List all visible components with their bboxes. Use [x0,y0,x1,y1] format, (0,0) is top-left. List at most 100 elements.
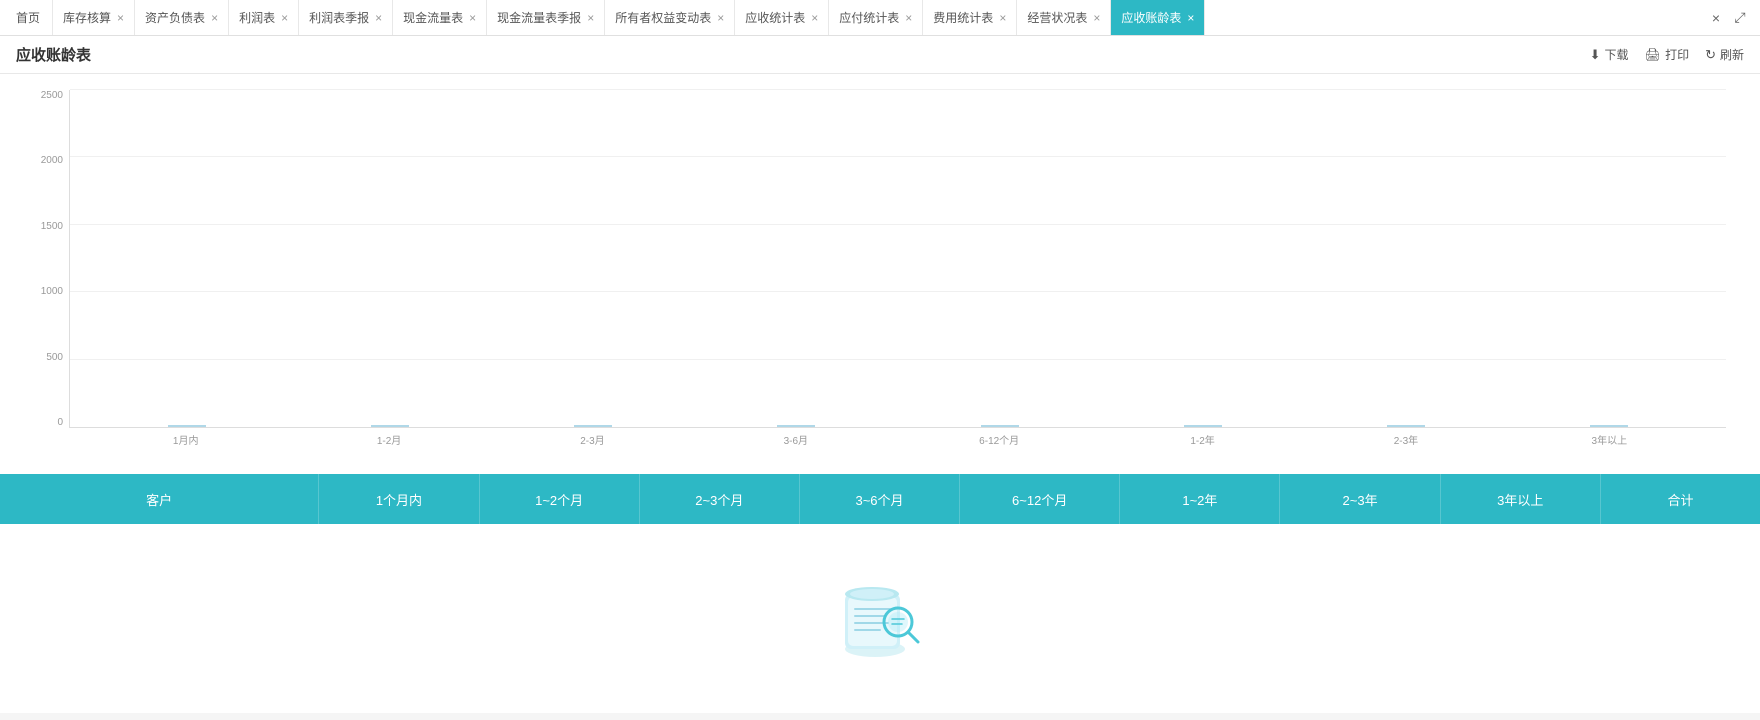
tab-payable_stat[interactable]: 应付统计表 × [829,0,923,36]
bar [981,425,1019,427]
tab-bar: 首页 库存核算×资产负债表×利润表×利润表季报×现金流量表×现金流量表季报×所有… [0,0,1760,36]
tab-label: 经营状况表 [1027,9,1087,26]
close-icon: × [1712,10,1720,26]
tab-profit_quarter[interactable]: 利润表季报 × [299,0,393,36]
tab-expense_stat[interactable]: 费用统计表 × [923,0,1017,36]
bar-group [574,425,612,427]
chart-container: 05001000150020002500 [24,90,1736,458]
chart-plot-area [69,90,1726,428]
tab-close-icon[interactable]: × [117,11,124,25]
x-label: 1-2月 [364,432,414,447]
table-header-cell-9: 合计 [1601,474,1760,524]
tab-label: 费用统计表 [933,9,993,26]
maximize-button[interactable]: ⤢ [1732,10,1748,26]
page-header: 应收账龄表 ⬇ 下载 🖨 打印 ↻ 刷新 [0,36,1760,74]
header-actions: ⬇ 下载 🖨 打印 ↻ 刷新 [1590,46,1744,63]
table-header: 客户1个月内1~2个月2~3个月3~6个月6~12个月1~2年2~3年3年以上合… [0,474,1760,524]
bar-group [777,425,815,427]
y-label: 500 [46,352,63,363]
tab-label: 应收统计表 [745,9,805,26]
tab-label: 现金流量表 [403,9,463,26]
bar-group [1184,425,1222,427]
download-button[interactable]: ⬇ 下载 [1590,46,1629,63]
y-axis: 05001000150020002500 [24,90,69,428]
tab-close-icon[interactable]: × [999,11,1006,25]
bar [1387,425,1425,427]
home-tab-label: 首页 [16,9,40,26]
tab-inventory[interactable]: 库存核算 × [53,0,135,36]
y-label: 0 [57,417,63,428]
tab-close-icon[interactable]: × [375,11,382,25]
empty-state [0,524,1760,704]
bar-group [1387,425,1425,427]
maximize-icon: ⤢ [1734,9,1745,26]
print-label: 打印 [1665,46,1689,63]
x-label: 1-2年 [1178,432,1228,447]
bars-area [70,90,1726,427]
bar [1184,425,1222,427]
y-label: 1500 [41,221,63,232]
tab-home[interactable]: 首页 [4,0,53,36]
refresh-label: 刷新 [1720,46,1744,63]
x-label: 3年以上 [1584,432,1634,447]
tab-label: 应付统计表 [839,9,899,26]
table-header-cell-7: 2~3年 [1280,474,1440,524]
table-header-cell-3: 2~3个月 [640,474,800,524]
x-axis: 1月内1-2月2-3月3-6月6-12个月1-2年2-3年3年以上 [69,428,1726,458]
table-header-cell-2: 1~2个月 [480,474,640,524]
bar-group [1590,425,1628,427]
tab-close-icon[interactable]: × [905,11,912,25]
tab-cashflow_quarter[interactable]: 现金流量表季报 × [487,0,605,36]
tab-equity[interactable]: 所有者权益变动表 × [605,0,735,36]
download-icon: ⬇ [1590,47,1601,63]
tab-label: 库存核算 [63,9,111,26]
x-label: 1月内 [161,432,211,447]
refresh-button[interactable]: ↻ 刷新 [1705,46,1744,63]
tab-close-icon[interactable]: × [1093,11,1100,25]
tab-close-icon[interactable]: × [1187,11,1194,25]
table-header-cell-0: 客户 [0,474,319,524]
bar [168,425,206,427]
tab-balance[interactable]: 资产负债表 × [135,0,229,36]
print-button[interactable]: 🖨 打印 [1645,46,1690,63]
bar-group [168,425,206,427]
tab-label: 所有者权益变动表 [615,9,711,26]
window-controls: × ⤢ [1708,10,1756,26]
bar [574,425,612,427]
y-label: 2500 [41,90,63,101]
bar-group [981,425,1019,427]
download-label: 下载 [1605,46,1629,63]
tab-label: 资产负债表 [145,9,205,26]
table-header-cell-4: 3~6个月 [800,474,960,524]
tab-receivable_stat[interactable]: 应收统计表 × [735,0,829,36]
chart-section: 05001000150020002500 [0,74,1760,474]
x-label: 6-12个月 [974,432,1024,447]
bar [1590,425,1628,427]
tab-operations[interactable]: 经营状况表 × [1017,0,1111,36]
page-title: 应收账龄表 [16,44,91,65]
tab-cashflow[interactable]: 现金流量表 × [393,0,487,36]
tab-aging[interactable]: 应收账龄表 × [1111,0,1205,36]
table-header-cell-5: 6~12个月 [960,474,1120,524]
empty-illustration [820,564,940,664]
print-icon: 🖨 [1645,47,1662,63]
close-button[interactable]: × [1708,10,1724,26]
tab-close-icon[interactable]: × [469,11,476,25]
tab-close-icon[interactable]: × [211,11,218,25]
tab-close-icon[interactable]: × [717,11,724,25]
x-label: 2-3月 [567,432,617,447]
tab-label: 现金流量表季报 [497,9,581,26]
tab-close-icon[interactable]: × [281,11,288,25]
refresh-icon: ↻ [1705,47,1716,63]
y-label: 2000 [41,155,63,166]
tab-profit[interactable]: 利润表× [229,0,299,36]
bar [777,425,815,427]
tab-close-icon[interactable]: × [811,11,818,25]
tab-label: 利润表季报 [309,9,369,26]
tab-label: 应收账龄表 [1121,9,1181,26]
table-header-cell-8: 3年以上 [1441,474,1601,524]
bar [371,425,409,427]
table-header-cell-1: 1个月内 [319,474,479,524]
tab-close-icon[interactable]: × [587,11,594,25]
main-content: 05001000150020002500 [0,74,1760,713]
